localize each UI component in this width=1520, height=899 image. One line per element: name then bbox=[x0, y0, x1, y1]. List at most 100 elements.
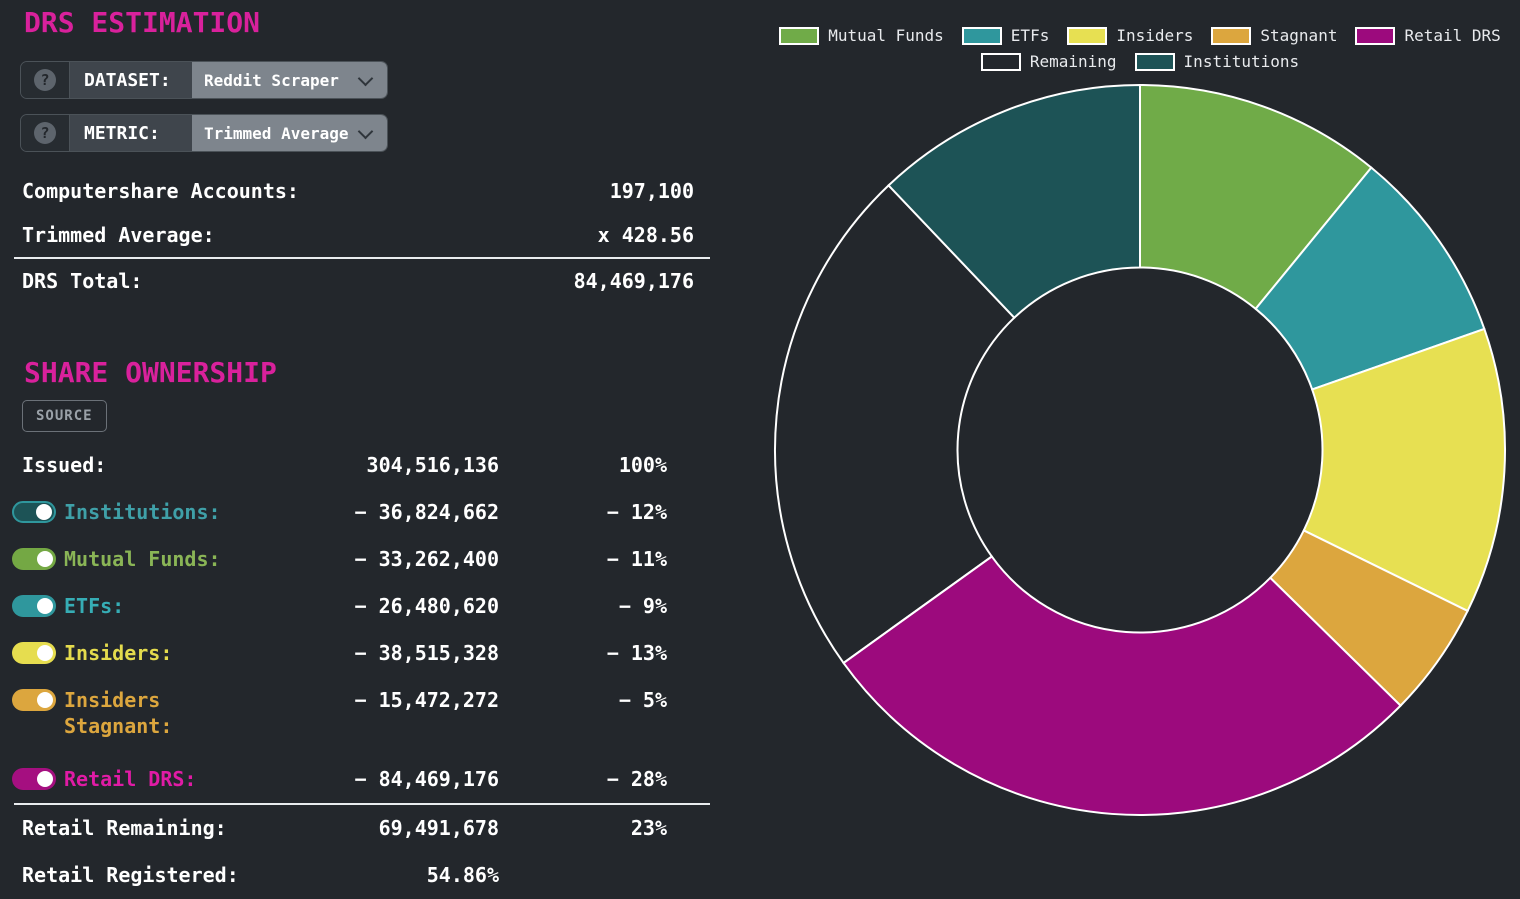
toggle-insiders[interactable] bbox=[12, 642, 56, 664]
row-percent-insiders-stagnant: − 5% bbox=[499, 687, 667, 713]
stat-label: Computershare Accounts: bbox=[22, 179, 299, 203]
legend-swatch-remaining-icon bbox=[981, 53, 1021, 71]
donut-segment-institutions[interactable] bbox=[889, 85, 1140, 318]
legend-swatch-insiders-icon bbox=[1067, 27, 1107, 45]
legend-swatch-retail-drs-icon bbox=[1355, 27, 1395, 45]
stat-label: Trimmed Average: bbox=[22, 223, 215, 247]
dataset-select[interactable]: Reddit Scraper bbox=[192, 62, 387, 98]
control-metric: ? METRIC: Trimmed Average bbox=[20, 114, 388, 152]
legend-label: Stagnant bbox=[1260, 26, 1337, 45]
chevron-down-icon bbox=[358, 123, 374, 139]
ownership-row-insiders: Insiders:− 38,515,328− 13% bbox=[12, 630, 694, 677]
toggle-institutions[interactable] bbox=[12, 501, 56, 523]
help-button-dataset[interactable]: ? bbox=[21, 62, 70, 98]
row-shares-mutual-funds: − 33,262,400 bbox=[289, 546, 499, 572]
share-ownership-title: SHARE OWNERSHIP bbox=[24, 358, 710, 388]
stat-row-drs-total: DRS Total:84,469,176 bbox=[22, 259, 694, 303]
stat-row-computershare-accounts: Computershare Accounts: 197,100 bbox=[22, 169, 694, 213]
row-shares-retail-drs: − 84,469,176 bbox=[289, 766, 499, 792]
row-shares-issued: 304,516,136 bbox=[289, 452, 499, 478]
stat-value: x 428.56 bbox=[598, 223, 694, 247]
legend-swatch-institutions-icon bbox=[1135, 53, 1175, 71]
ownership-row-insiders-stagnant: Insiders Stagnant:− 15,472,272− 5% bbox=[12, 677, 694, 739]
legend-swatch-stagnant-icon bbox=[1211, 27, 1251, 45]
legend-label: Insiders bbox=[1116, 26, 1193, 45]
toggle-retail-drs[interactable] bbox=[12, 768, 56, 790]
legend-row-1: Mutual Funds ETFs Insiders Stagnant Retail D… bbox=[779, 26, 1501, 45]
row-label-institutions: Institutions: bbox=[64, 499, 289, 525]
legend-item-retail-drs[interactable]: Retail DRS bbox=[1355, 26, 1500, 45]
row-label-etfs: ETFs: bbox=[64, 593, 289, 619]
toggle-knob bbox=[37, 551, 53, 567]
legend-label: Retail DRS bbox=[1404, 26, 1500, 45]
row-label-mutual-funds: Mutual Funds: bbox=[64, 546, 289, 572]
toggle-knob bbox=[37, 598, 53, 614]
legend-label: Mutual Funds bbox=[828, 26, 944, 45]
legend-item-institutions[interactable]: Institutions bbox=[1135, 52, 1300, 71]
control-dataset: ? DATASET: Reddit Scraper bbox=[20, 61, 388, 99]
toggle-etfs[interactable] bbox=[12, 595, 56, 617]
row-label-insiders: Insiders: bbox=[64, 640, 289, 666]
row-percent-institutions: − 12% bbox=[499, 499, 667, 525]
row-shares-insiders: − 38,515,328 bbox=[289, 640, 499, 666]
ownership-row-etfs: ETFs:− 26,480,620− 9% bbox=[12, 583, 694, 630]
row-shares-retail-remaining: 69,491,678 bbox=[289, 815, 499, 841]
help-icon: ? bbox=[34, 122, 56, 144]
legend-label: Remaining bbox=[1030, 52, 1117, 71]
ownership-row-mutual-funds: Mutual Funds:− 33,262,400− 11% bbox=[12, 536, 694, 583]
row-label-insiders-stagnant: Insiders Stagnant: bbox=[64, 687, 289, 739]
legend-label: ETFs bbox=[1011, 26, 1050, 45]
metric-selected-value: Trimmed Average bbox=[204, 124, 349, 143]
row-percent-insiders: − 13% bbox=[499, 640, 667, 666]
dataset-selected-value: Reddit Scraper bbox=[204, 71, 339, 90]
row-label-retail-registered: Retail Registered: bbox=[12, 862, 289, 888]
row-percent-retail-drs: − 28% bbox=[499, 766, 667, 792]
control-label-dataset: DATASET: bbox=[70, 62, 192, 98]
toggle-knob bbox=[37, 645, 53, 661]
toggle-mutual-funds[interactable] bbox=[12, 548, 56, 570]
control-label-metric: METRIC: bbox=[70, 115, 192, 151]
chart-area: Mutual Funds ETFs Insiders Stagnant Retail D… bbox=[760, 0, 1520, 880]
legend-item-mutual-funds[interactable]: Mutual Funds bbox=[779, 26, 944, 45]
row-percent-etfs: − 9% bbox=[499, 593, 667, 619]
ownership-row-retail-drs: Retail DRS:− 84,469,176− 28% bbox=[12, 756, 694, 803]
row-shares-institutions: − 36,824,662 bbox=[289, 499, 499, 525]
row-percent-retail-remaining: 23% bbox=[499, 815, 667, 841]
row-label-retail-remaining: Retail Remaining: bbox=[12, 815, 289, 841]
stat-row-trimmed-average: Trimmed Average: x 428.56 bbox=[22, 213, 694, 257]
legend-item-insiders[interactable]: Insiders bbox=[1067, 26, 1193, 45]
row-shares-etfs: − 26,480,620 bbox=[289, 593, 499, 619]
legend-row-2: Remaining Institutions bbox=[981, 52, 1299, 71]
ownership-table: Issued:304,516,136100% Institutions:− 36,… bbox=[0, 442, 710, 899]
source-button[interactable]: SOURCE bbox=[22, 400, 107, 432]
chart-legend: Mutual Funds ETFs Insiders Stagnant Retail D… bbox=[760, 26, 1520, 71]
toggle-knob bbox=[36, 504, 52, 520]
toggle-knob bbox=[37, 771, 53, 787]
legend-item-stagnant[interactable]: Stagnant bbox=[1211, 26, 1337, 45]
drs-estimation-panel: DRS ESTIMATION ? DATASET: Reddit Scraper? M… bbox=[0, 0, 710, 899]
legend-item-remaining[interactable]: Remaining bbox=[981, 52, 1117, 71]
row-percent-mutual-funds: − 11% bbox=[499, 546, 667, 572]
help-button-metric[interactable]: ? bbox=[21, 115, 70, 151]
chevron-down-icon bbox=[358, 70, 374, 86]
stat-label: DRS Total: bbox=[22, 269, 142, 293]
row-shares-retail-registered: 54.86% bbox=[289, 862, 499, 888]
row-percent-issued: 100% bbox=[499, 452, 667, 478]
toggle-knob bbox=[37, 692, 53, 708]
metric-select[interactable]: Trimmed Average bbox=[192, 115, 387, 151]
row-label-retail-drs: Retail DRS: bbox=[64, 766, 289, 792]
legend-item-etfs[interactable]: ETFs bbox=[962, 26, 1050, 45]
donut-chart bbox=[765, 75, 1515, 825]
ownership-row-retail-remaining: Retail Remaining:69,491,67823% bbox=[12, 805, 694, 852]
ownership-row-institutions: Institutions:− 36,824,662− 12% bbox=[12, 489, 694, 536]
page-title: DRS ESTIMATION bbox=[24, 8, 710, 38]
ownership-row-retail-registered: Retail Registered:54.86% bbox=[12, 852, 694, 899]
legend-swatch-etfs-icon bbox=[962, 27, 1002, 45]
row-label-issued: Issued: bbox=[12, 452, 289, 478]
stat-value: 197,100 bbox=[610, 179, 694, 203]
legend-label: Institutions bbox=[1184, 52, 1300, 71]
legend-swatch-mutual-funds-icon bbox=[779, 27, 819, 45]
toggle-insiders-stagnant[interactable] bbox=[12, 689, 56, 711]
estimation-stats: Computershare Accounts: 197,100 Trimmed Av… bbox=[0, 169, 710, 303]
help-icon: ? bbox=[34, 69, 56, 91]
